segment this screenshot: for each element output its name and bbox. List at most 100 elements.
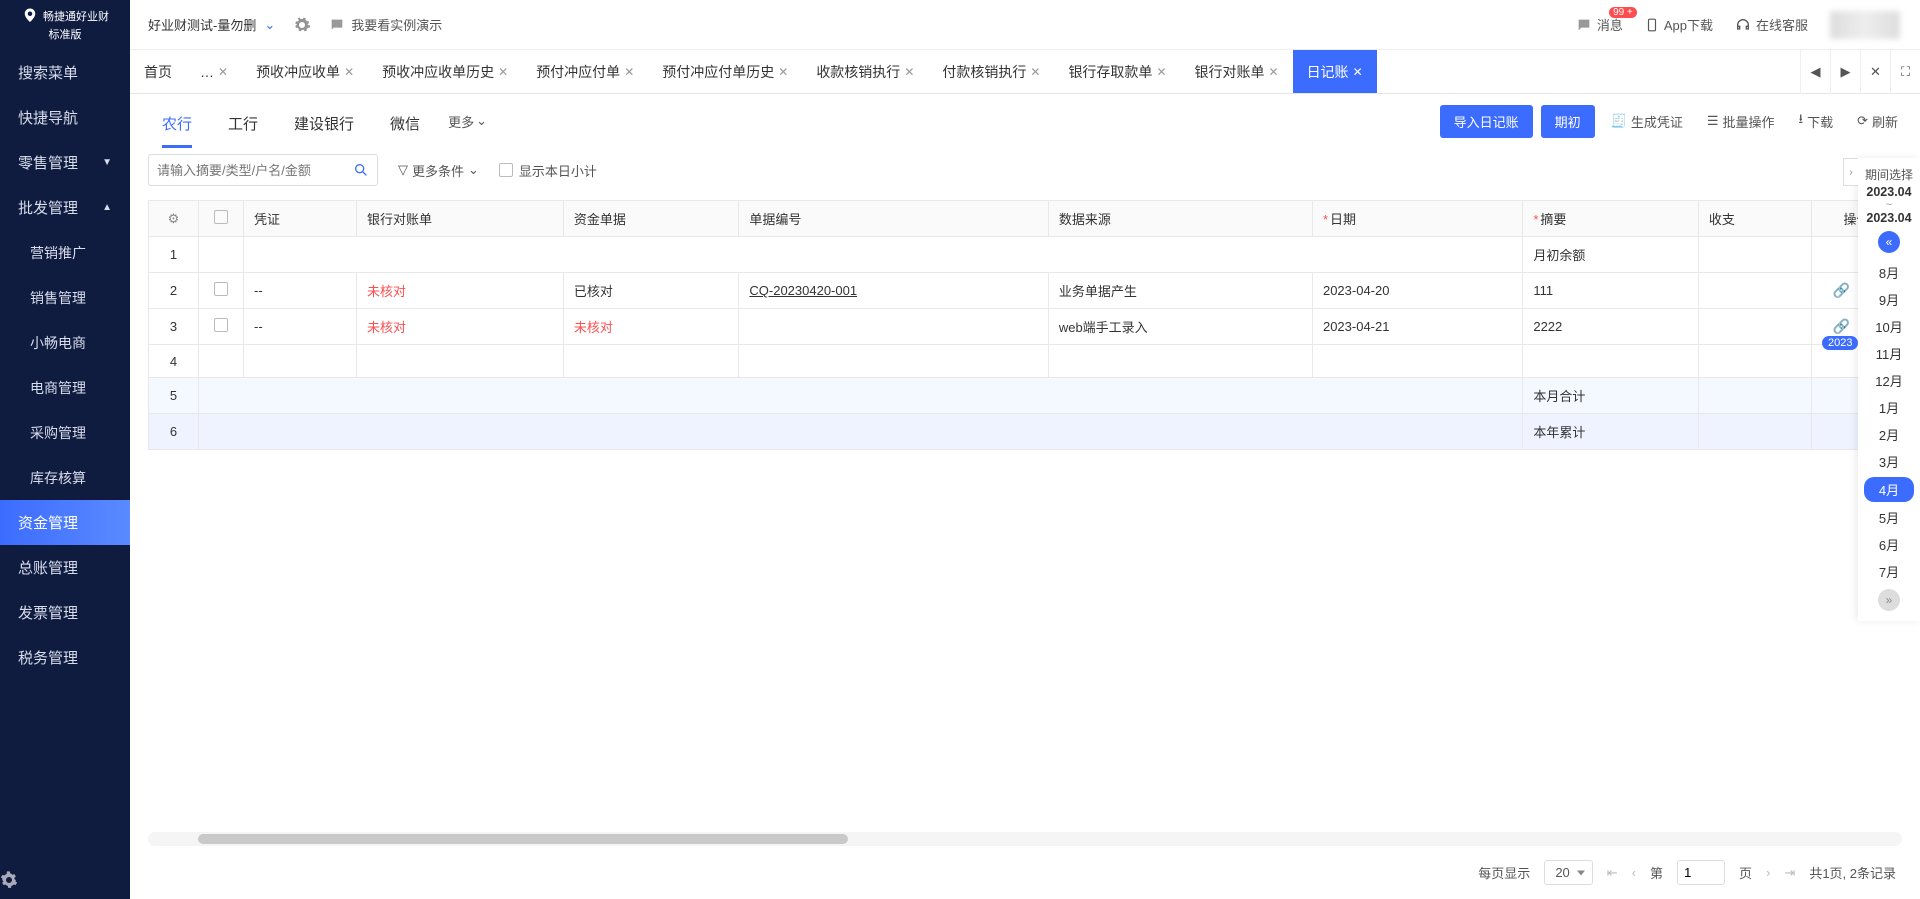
page-tab[interactable]: 预付冲应付单✕ [522, 50, 648, 93]
sidebar-settings-icon[interactable] [0, 871, 130, 889]
page-tab[interactable]: 收款核销执行✕ [802, 50, 928, 93]
close-icon[interactable]: ✕ [344, 65, 354, 79]
batch-button[interactable]: ☰批量操作 [1699, 105, 1783, 138]
period-month[interactable]: 12月 [1858, 367, 1920, 394]
sidebar-item-xiaochang[interactable]: 小畅电商 [0, 320, 130, 365]
bank-tab[interactable]: 农行 [144, 99, 210, 148]
sidebar-quick-nav[interactable]: 快捷导航 [0, 95, 130, 140]
sidebar-item-gl[interactable]: 总账管理 [0, 545, 130, 590]
close-icon[interactable]: ✕ [218, 65, 228, 79]
period-month[interactable]: 5月 [1858, 504, 1920, 531]
first-page-button[interactable]: ⇤ [1607, 865, 1618, 881]
sidebar-item-tax[interactable]: 税务管理 [0, 635, 130, 680]
close-icon[interactable]: ✕ [1269, 65, 1279, 79]
period-month[interactable]: 4月 [1864, 477, 1914, 502]
period-month[interactable]: 1月 [1858, 394, 1920, 421]
bank-tab[interactable]: 建设银行 [276, 99, 372, 148]
page-tab[interactable]: 预收冲应收单历史✕ [368, 50, 522, 93]
refresh-button[interactable]: ⟳刷新 [1849, 105, 1906, 138]
row-checkbox[interactable] [199, 309, 244, 345]
page-tab[interactable]: 银行存取款单✕ [1054, 50, 1180, 93]
tabs-next-button[interactable]: ▶ [1830, 50, 1860, 94]
download-button[interactable]: ⭳下载 [1791, 103, 1842, 139]
page-tab[interactable]: 预收冲应收单✕ [242, 50, 368, 93]
messages-link[interactable]: 消息 99 + [1576, 15, 1623, 34]
close-icon[interactable]: ✕ [1353, 65, 1363, 79]
close-icon[interactable]: ✕ [624, 65, 634, 79]
close-icon[interactable]: ✕ [1030, 65, 1040, 79]
daily-subtotal-checkbox[interactable]: 显示本日小计 [499, 161, 597, 180]
period-init-button[interactable]: 期初 [1541, 105, 1595, 138]
horizontal-scrollbar[interactable] [148, 832, 1902, 846]
period-collapse-button[interactable]: › [1843, 158, 1858, 186]
next-page-button[interactable]: › [1766, 865, 1770, 880]
gen-voucher-button[interactable]: 🧾生成凭证 [1603, 105, 1691, 138]
sidebar-item-purchase[interactable]: 采购管理 [0, 410, 130, 455]
close-icon[interactable]: ✕ [1156, 65, 1166, 79]
search-input[interactable] [157, 163, 353, 178]
more-conditions-button[interactable]: ▽ 更多条件 ⌄ [398, 161, 479, 180]
page-tab[interactable]: …✕ [186, 50, 242, 93]
period-year-badge: 2023 [1822, 336, 1858, 350]
row-checkbox[interactable] [199, 273, 244, 309]
sidebar-search[interactable]: 搜索菜单 [0, 50, 130, 95]
bank-tab[interactable]: 工行 [210, 99, 276, 148]
app-download-link[interactable]: App下载 [1645, 15, 1713, 34]
link-icon[interactable]: 🔗 [1833, 282, 1850, 298]
period-month[interactable]: 7月 [1858, 558, 1920, 585]
filter-icon: ▽ [398, 162, 408, 178]
period-scroll-up[interactable]: « [1878, 231, 1900, 253]
sidebar-item-funds[interactable]: 资金管理 [0, 500, 130, 545]
column-settings-button[interactable]: ⚙ [149, 201, 199, 237]
select-all-checkbox[interactable] [199, 201, 244, 237]
prev-page-button[interactable]: ‹ [1632, 865, 1636, 880]
page-tab[interactable]: 付款核销执行✕ [928, 50, 1054, 93]
sidebar-item-sales[interactable]: 销售管理 [0, 275, 130, 320]
sidebar-item-inventory[interactable]: 库存核算 [0, 455, 130, 500]
sidebar-wholesale[interactable]: 批发管理▲ [0, 185, 130, 230]
page-tab[interactable]: 首页 [130, 50, 186, 93]
page-tab[interactable]: 预付冲应付单历史✕ [648, 50, 802, 93]
sidebar-item-ecommerce[interactable]: 电商管理 [0, 365, 130, 410]
period-month[interactable]: 2月 [1858, 421, 1920, 448]
bill-link[interactable]: CQ-20230420-001 [749, 283, 857, 298]
page-tab[interactable]: 日记账✕ [1293, 50, 1377, 93]
batch-icon: ☰ [1707, 113, 1719, 129]
table-row: 6本年累计 [149, 414, 1902, 450]
close-icon[interactable]: ✕ [778, 65, 788, 79]
last-page-button[interactable]: ⇥ [1784, 865, 1795, 881]
period-month[interactable]: 8月 [1858, 259, 1920, 286]
settings-gear-icon[interactable] [293, 16, 311, 34]
table-row: 1月初余额 [149, 237, 1902, 273]
period-title: 期间选择 [1865, 164, 1913, 185]
user-avatar-blurred[interactable] [1830, 11, 1900, 39]
fullscreen-button[interactable]: ⛶ [1890, 50, 1920, 94]
period-month[interactable]: 9月 [1858, 286, 1920, 313]
tabs-close-button[interactable]: ✕ [1860, 50, 1890, 94]
link-icon[interactable]: 🔗 [1833, 318, 1850, 334]
page-input[interactable] [1677, 860, 1725, 885]
page-tabs: 首页…✕预收冲应收单✕预收冲应收单历史✕预付冲应付单✕预付冲应付单历史✕收款核销… [130, 50, 1920, 94]
content-area: 首页…✕预收冲应收单✕预收冲应收单历史✕预付冲应付单✕预付冲应付单历史✕收款核销… [130, 50, 1920, 899]
period-month[interactable]: 6月 [1858, 531, 1920, 558]
sidebar-retail[interactable]: 零售管理▼ [0, 140, 130, 185]
period-month[interactable]: 10月 [1858, 313, 1920, 340]
import-journal-button[interactable]: 导入日记账 [1440, 105, 1533, 138]
close-icon[interactable]: ✕ [904, 65, 914, 79]
search-icon[interactable] [353, 162, 369, 178]
bank-more-button[interactable]: 更多 ⌄ [438, 98, 497, 145]
page-size-select[interactable]: 20 [1544, 860, 1592, 885]
close-icon[interactable]: ✕ [498, 65, 508, 79]
period-month[interactable]: 11月 [1858, 340, 1920, 367]
sidebar-item-marketing[interactable]: 营销推广 [0, 230, 130, 275]
period-month[interactable]: 3月 [1858, 448, 1920, 475]
bank-tab[interactable]: 微信 [372, 99, 438, 148]
tabs-prev-button[interactable]: ◀ [1800, 50, 1830, 94]
customer-service-link[interactable]: 在线客服 [1735, 15, 1808, 34]
search-box[interactable] [148, 154, 378, 186]
org-selector[interactable]: 好业财测试-量勿删 ⌄ [148, 15, 275, 34]
sidebar-item-invoice[interactable]: 发票管理 [0, 590, 130, 635]
demo-link[interactable]: 我要看实例演示 [329, 15, 442, 34]
page-tab[interactable]: 银行对账单✕ [1181, 50, 1293, 93]
period-scroll-down[interactable]: » [1878, 589, 1900, 611]
